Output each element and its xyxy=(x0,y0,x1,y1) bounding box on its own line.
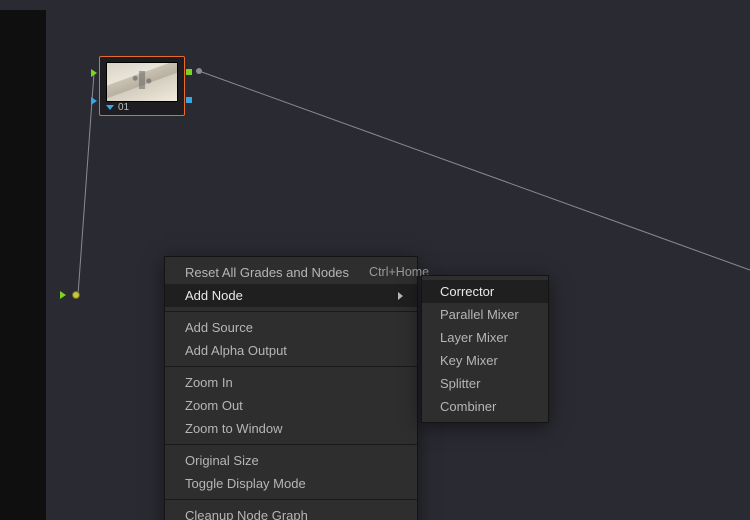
menu-item-label: Add Source xyxy=(185,319,403,336)
submenu-item-parallel-mixer[interactable]: Parallel Mixer xyxy=(422,303,548,326)
menu-item-label: Zoom to Window xyxy=(185,420,403,437)
menu-separator xyxy=(165,366,417,367)
menu-item-zoom-out[interactable]: Zoom Out xyxy=(165,394,417,417)
menu-item-add-node[interactable]: Add Node xyxy=(165,284,417,307)
menu-item-cleanup-node-graph[interactable]: Cleanup Node Graph xyxy=(165,504,417,520)
node-label-row: 01 xyxy=(106,102,129,113)
node-id-label: 01 xyxy=(118,102,129,113)
menu-item-add-alpha-output[interactable]: Add Alpha Output xyxy=(165,339,417,362)
menu-separator xyxy=(165,499,417,500)
submenu-item-key-mixer[interactable]: Key Mixer xyxy=(422,349,548,372)
menu-item-zoom-in[interactable]: Zoom In xyxy=(165,371,417,394)
node-rgb-input-port[interactable] xyxy=(91,69,97,77)
submenu-item-corrector[interactable]: Corrector xyxy=(422,280,548,303)
graph-source-dot-icon[interactable] xyxy=(72,291,80,299)
menu-item-zoom-to-window[interactable]: Zoom to Window xyxy=(165,417,417,440)
node-thumbnail xyxy=(106,62,178,102)
chevron-right-icon xyxy=(398,292,403,300)
submenu-item-combiner[interactable]: Combiner xyxy=(422,395,548,418)
node-01[interactable]: 01 xyxy=(99,56,185,116)
menu-separator xyxy=(165,311,417,312)
context-menu: Reset All Grades and Nodes Ctrl+Home Add… xyxy=(164,256,418,520)
submenu-item-splitter[interactable]: Splitter xyxy=(422,372,548,395)
node-key-output-port[interactable] xyxy=(186,97,192,103)
menu-item-label: Layer Mixer xyxy=(440,329,534,346)
menu-separator xyxy=(165,444,417,445)
menu-item-original-size[interactable]: Original Size xyxy=(165,449,417,472)
menu-item-label: Add Alpha Output xyxy=(185,342,403,359)
menu-item-label: Toggle Display Mode xyxy=(185,475,403,492)
menu-item-label: Zoom Out xyxy=(185,397,403,414)
node-rgb-output-port[interactable] xyxy=(186,69,192,75)
menu-item-label: Corrector xyxy=(440,283,534,300)
menu-item-label: Original Size xyxy=(185,452,403,469)
context-submenu-add-node: Corrector Parallel Mixer Layer Mixer Key… xyxy=(421,275,549,423)
menu-item-label: Parallel Mixer xyxy=(440,306,534,323)
menu-item-label: Zoom In xyxy=(185,374,403,391)
node-key-icon xyxy=(106,105,114,110)
menu-item-label: Add Node xyxy=(185,287,386,304)
node-key-input-port[interactable] xyxy=(91,97,97,105)
menu-item-toggle-display-mode[interactable]: Toggle Display Mode xyxy=(165,472,417,495)
menu-item-label: Key Mixer xyxy=(440,352,534,369)
graph-source-triangle-icon[interactable] xyxy=(60,291,66,299)
menu-item-label: Combiner xyxy=(440,398,534,415)
side-panel xyxy=(0,0,46,520)
menu-item-add-source[interactable]: Add Source xyxy=(165,316,417,339)
menu-item-reset-all-grades[interactable]: Reset All Grades and Nodes Ctrl+Home xyxy=(165,261,417,284)
menu-item-label: Reset All Grades and Nodes xyxy=(185,264,349,281)
menu-item-label: Cleanup Node Graph xyxy=(185,507,403,520)
submenu-item-layer-mixer[interactable]: Layer Mixer xyxy=(422,326,548,349)
menu-item-label: Splitter xyxy=(440,375,534,392)
